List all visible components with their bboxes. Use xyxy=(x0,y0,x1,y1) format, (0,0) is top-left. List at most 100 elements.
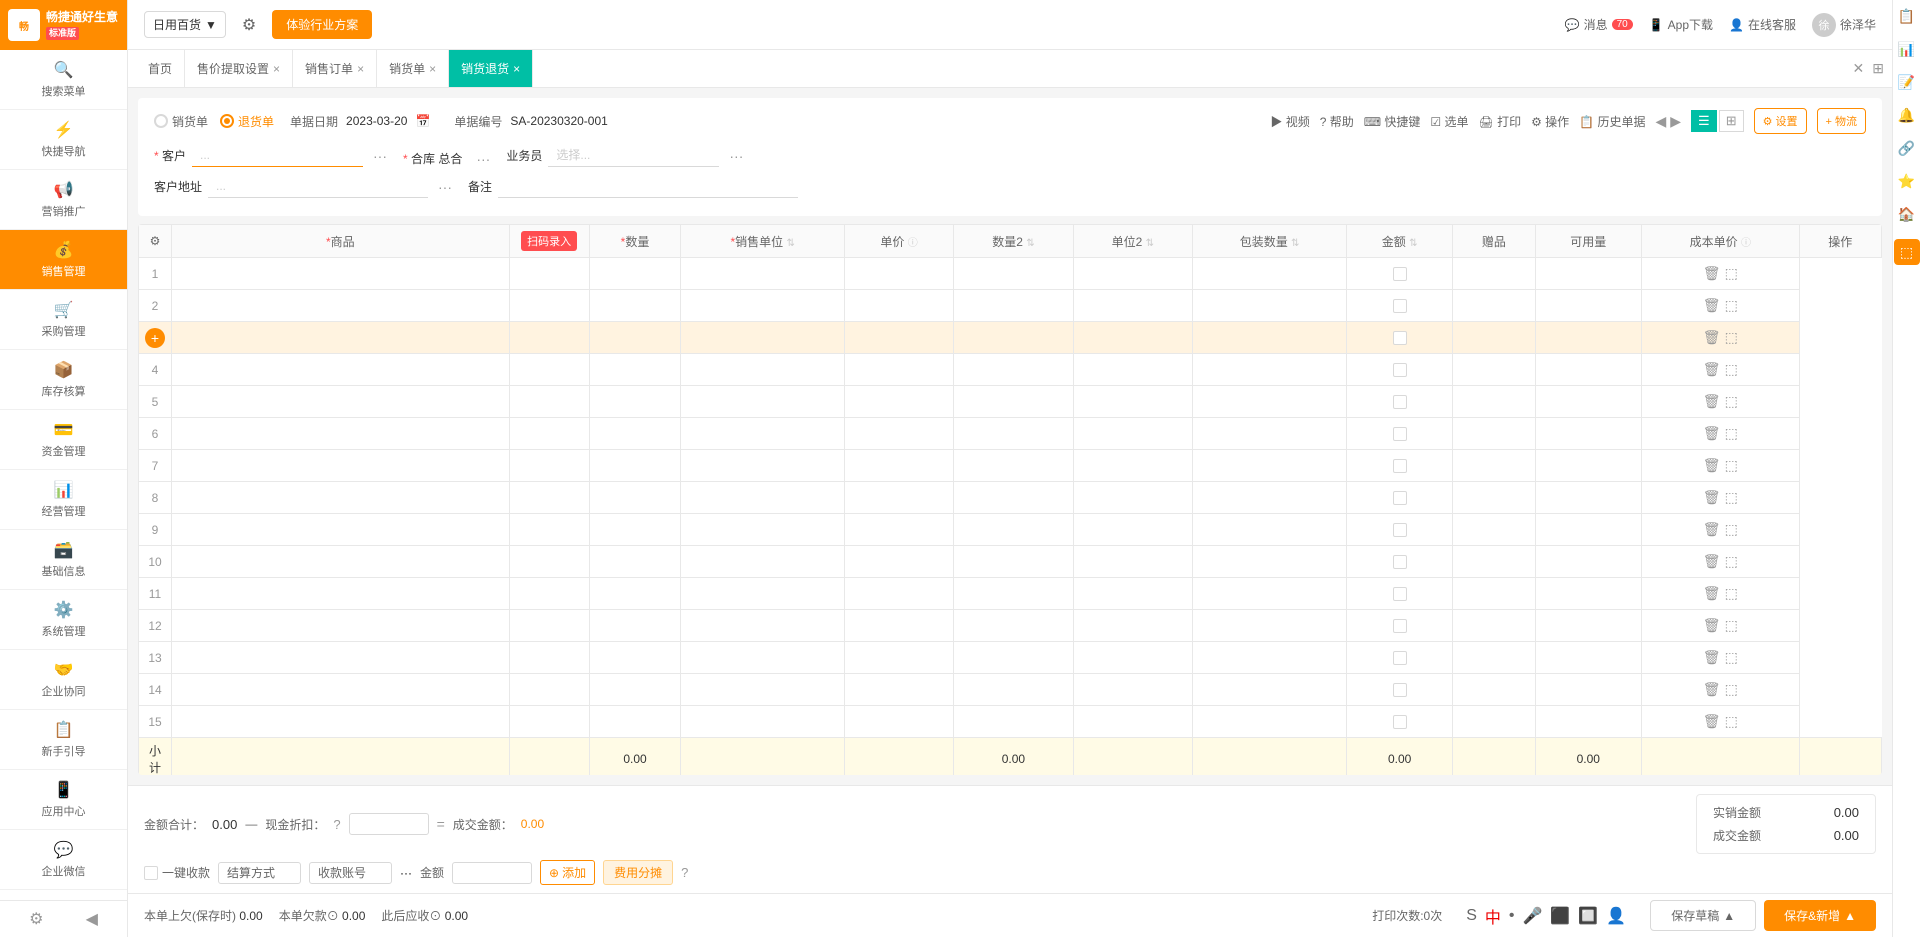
copy-icon[interactable]: ⬚ xyxy=(1725,553,1738,570)
right-icon-5[interactable]: 🔗 xyxy=(1898,140,1915,157)
sidebar-item-system[interactable]: ⚙️ 系统管理 xyxy=(0,590,127,650)
settings-icon[interactable]: ⚙ xyxy=(29,909,43,929)
tab-sales[interactable]: 销货单 × xyxy=(377,50,449,87)
product-input[interactable] xyxy=(178,331,503,345)
product-cell[interactable] xyxy=(172,482,510,514)
app-download-button[interactable]: 📱 App下载 xyxy=(1649,16,1713,33)
help-button[interactable]: ? 帮助 xyxy=(1320,113,1354,130)
delete-icon[interactable]: 🗑 xyxy=(1703,425,1721,442)
sidebar-item-apps[interactable]: 📱 应用中心 xyxy=(0,770,127,830)
product-cell[interactable] xyxy=(172,322,510,354)
product-cell[interactable] xyxy=(172,514,510,546)
product-cell[interactable] xyxy=(172,354,510,386)
delete-icon[interactable]: 🗑 xyxy=(1703,489,1721,506)
operate-button[interactable]: ⚙ 操作 xyxy=(1531,113,1569,130)
history-button[interactable]: 📋 历史单据 xyxy=(1579,113,1645,130)
tab-menu-icon[interactable]: ⊞ xyxy=(1872,60,1884,77)
calc-method-select[interactable]: 结算方式 xyxy=(218,862,301,884)
product-cell[interactable] xyxy=(172,546,510,578)
delete-icon[interactable]: 🗑 xyxy=(1703,585,1721,602)
address-dots[interactable]: ··· xyxy=(438,179,452,195)
sidebar-item-finance[interactable]: 💳 资金管理 xyxy=(0,410,127,470)
delete-icon[interactable]: 🗑 xyxy=(1703,297,1721,314)
copy-icon[interactable]: ⬚ xyxy=(1725,681,1738,698)
delete-icon[interactable]: 🗑 xyxy=(1703,681,1721,698)
product-cell[interactable] xyxy=(172,642,510,674)
gift-checkbox[interactable] xyxy=(1393,651,1407,665)
sidebar-item-wechat[interactable]: 💬 企业微信 xyxy=(0,830,127,890)
video-button[interactable]: ▶ 视频 xyxy=(1270,113,1309,130)
gift-checkbox[interactable] xyxy=(1393,555,1407,569)
salesperson-dots[interactable]: ··· xyxy=(729,148,743,164)
gift-checkbox[interactable] xyxy=(1393,491,1407,505)
tab-close-icon[interactable]: × xyxy=(513,62,520,76)
delete-icon[interactable]: 🗑 xyxy=(1703,265,1721,282)
sidebar-item-guide[interactable]: 📋 新手引导 xyxy=(0,710,127,770)
gift-checkbox[interactable] xyxy=(1393,619,1407,633)
print-button[interactable]: 🖨 打印 xyxy=(1479,113,1522,130)
copy-icon[interactable]: ⬚ xyxy=(1725,649,1738,666)
view-grid-button[interactable]: ⊞ xyxy=(1719,110,1744,132)
collapse-icon[interactable]: ◀ xyxy=(86,909,98,929)
delete-icon[interactable]: 🗑 xyxy=(1703,617,1721,634)
remark-input[interactable] xyxy=(498,175,798,198)
product-cell[interactable] xyxy=(172,450,510,482)
right-icon-3[interactable]: 📝 xyxy=(1898,74,1915,91)
copy-icon[interactable]: ⬚ xyxy=(1725,361,1738,378)
product-cell[interactable] xyxy=(172,258,510,290)
copy-icon[interactable]: ⬚ xyxy=(1725,297,1738,314)
product-cell[interactable] xyxy=(172,706,510,738)
add-row-icon[interactable]: + xyxy=(145,328,165,348)
tab-home[interactable]: 首页 xyxy=(136,50,185,87)
delete-icon[interactable]: 🗑 xyxy=(1703,713,1721,730)
sidebar-item-inventory[interactable]: 📦 库存核算 xyxy=(0,350,127,410)
product-cell[interactable] xyxy=(172,610,510,642)
copy-icon[interactable]: ⬚ xyxy=(1725,393,1738,410)
copy-icon[interactable]: ⬚ xyxy=(1725,617,1738,634)
view-list-button[interactable]: ☰ xyxy=(1691,110,1717,132)
account-dots[interactable]: ··· xyxy=(400,866,412,880)
gift-checkbox[interactable] xyxy=(1393,267,1407,281)
salesperson-input[interactable] xyxy=(548,144,719,167)
message-button[interactable]: 💬 消息 70 xyxy=(1565,16,1633,33)
settings-button[interactable]: ⚙ 设置 xyxy=(1754,108,1807,134)
right-icon-6[interactable]: ⭐ xyxy=(1898,173,1915,190)
delete-icon[interactable]: 🗑 xyxy=(1703,553,1721,570)
product-cell[interactable] xyxy=(172,386,510,418)
copy-icon[interactable]: ⬚ xyxy=(1725,521,1738,538)
copy-icon[interactable]: ⬚ xyxy=(1725,489,1738,506)
payment-checkbox[interactable] xyxy=(144,866,158,880)
tab-close-icon[interactable]: × xyxy=(429,62,436,76)
sidebar-item-purchase[interactable]: 🛒 采购管理 xyxy=(0,290,127,350)
sidebar-item-operation[interactable]: 📊 经营管理 xyxy=(0,470,127,530)
right-icon-7[interactable]: 🏠 xyxy=(1898,206,1915,223)
account-select[interactable]: 收款账号 账号 xyxy=(309,862,392,884)
product-cell[interactable] xyxy=(172,290,510,322)
tab-close-all-icon[interactable]: ✕ xyxy=(1853,60,1865,77)
tab-close-icon[interactable]: × xyxy=(357,62,364,76)
save-draft-button[interactable]: 保存草稿 ▲ xyxy=(1650,900,1756,931)
gift-checkbox[interactable] xyxy=(1393,331,1407,345)
delete-icon[interactable]: 🗑 xyxy=(1703,393,1721,410)
tab-price[interactable]: 售价提取设置 × xyxy=(185,50,293,87)
gift-checkbox[interactable] xyxy=(1393,427,1407,441)
sidebar-item-search[interactable]: 🔍 搜索菜单 xyxy=(0,50,127,110)
sidebar-item-base[interactable]: 🗃️ 基础信息 xyxy=(0,530,127,590)
delete-icon[interactable]: 🗑 xyxy=(1703,361,1721,378)
right-icon-4[interactable]: 🔔 xyxy=(1898,107,1915,124)
gift-checkbox[interactable] xyxy=(1393,683,1407,697)
address-input[interactable] xyxy=(208,175,428,198)
calendar-icon[interactable]: 📅 xyxy=(415,114,430,128)
gift-checkbox[interactable] xyxy=(1393,715,1407,729)
gift-checkbox[interactable] xyxy=(1393,299,1407,313)
gift-checkbox[interactable] xyxy=(1393,395,1407,409)
gift-checkbox[interactable] xyxy=(1393,459,1407,473)
copy-icon[interactable]: ⬚ xyxy=(1725,329,1738,346)
industry-select[interactable]: 日用百货 ▼ xyxy=(144,11,226,38)
sidebar-item-corp[interactable]: 🤝 企业协同 xyxy=(0,650,127,710)
save-new-button[interactable]: 保存&新增 ▲ xyxy=(1764,900,1876,931)
gift-checkbox[interactable] xyxy=(1393,363,1407,377)
right-icon-2[interactable]: 📊 xyxy=(1898,41,1915,58)
user-menu[interactable]: 徐 徐泽华 xyxy=(1812,13,1876,37)
tab-return[interactable]: 销货退货 × xyxy=(449,50,533,87)
